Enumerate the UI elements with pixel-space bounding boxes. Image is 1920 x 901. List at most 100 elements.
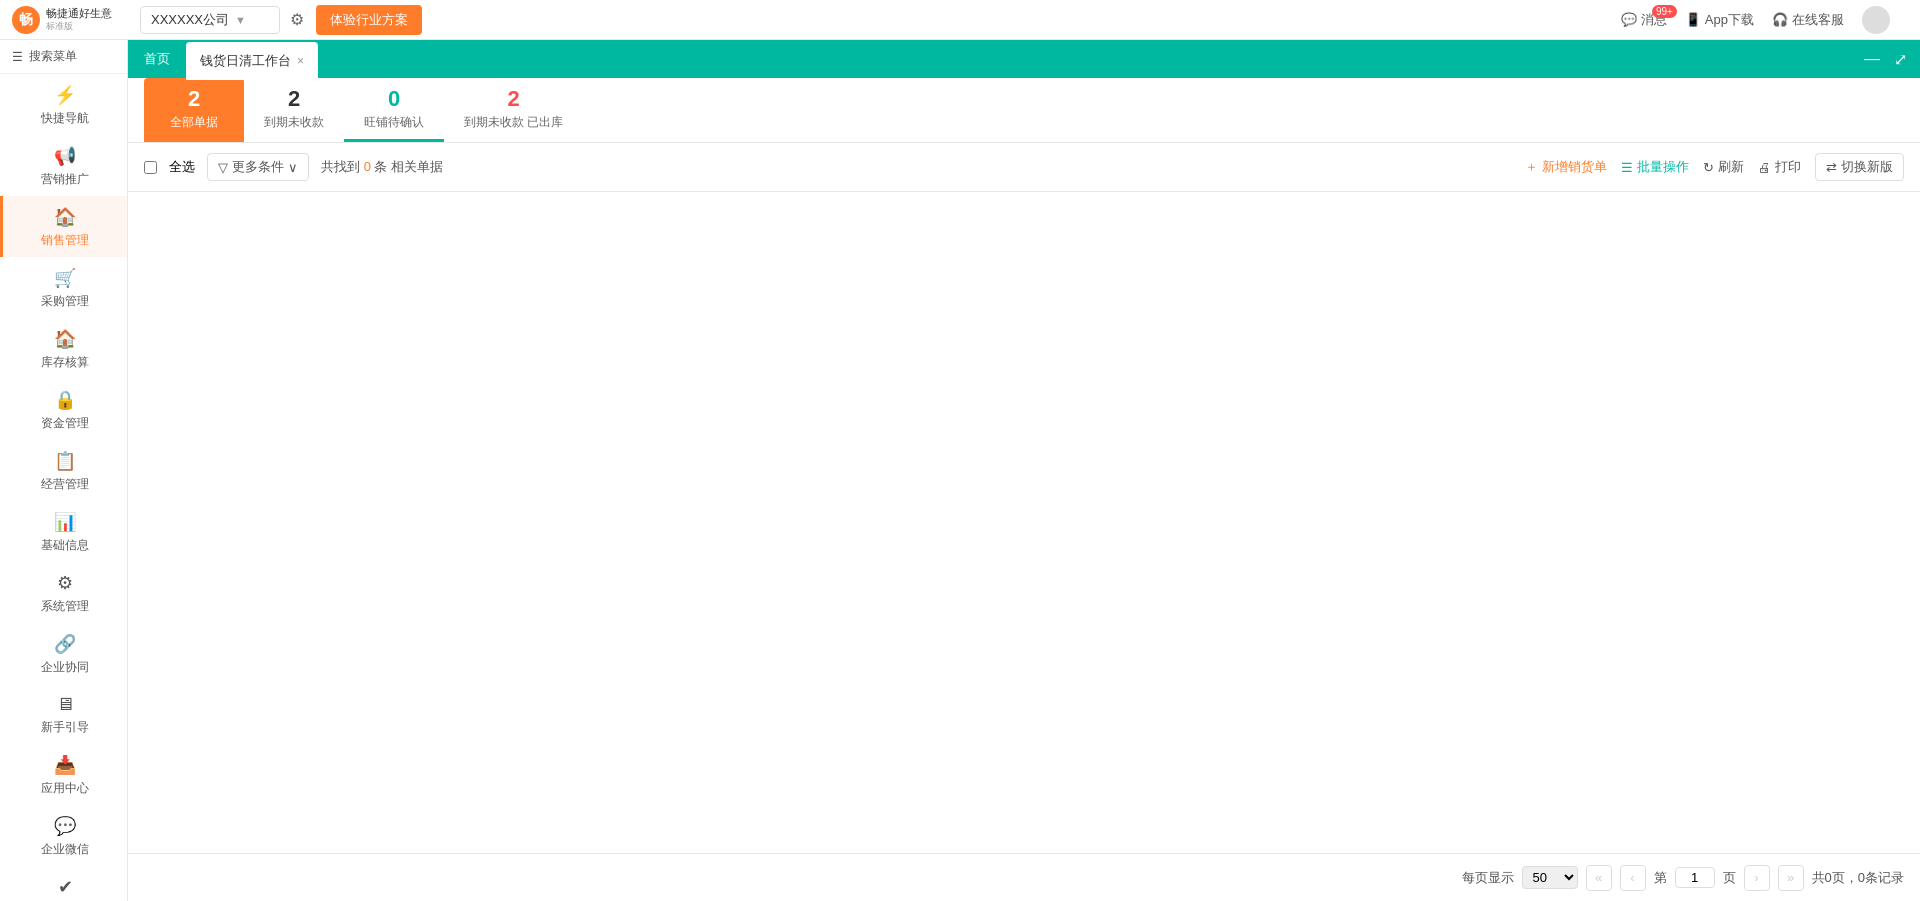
app-download-label: App下载 xyxy=(1705,11,1754,29)
stat-tab-shipped[interactable]: 2 到期未收款 已出库 xyxy=(444,78,583,142)
sidebar-item-label: 营销推广 xyxy=(41,171,89,188)
result-count: 共找到 0 条 相关单据 xyxy=(321,158,443,176)
sidebar-item-guide[interactable]: 🖥 新手引导 xyxy=(0,684,127,744)
settings-icon[interactable]: ⚙ xyxy=(290,10,304,29)
app-download-icon: 📱 xyxy=(1685,12,1701,27)
sidebar-item-quick-nav[interactable]: ⚡ 快捷导航 xyxy=(0,74,127,135)
stat-number-all: 2 xyxy=(188,88,200,110)
filter-icon: ▽ xyxy=(218,160,228,175)
system-icon: ⚙ xyxy=(57,572,73,594)
next-page-button[interactable]: › xyxy=(1744,865,1770,891)
tab-minimize-icon[interactable]: — xyxy=(1860,47,1884,71)
toolbar: 全选 ▽ 更多条件 ∨ 共找到 0 条 相关单据 ＋ 新增销货单 xyxy=(128,143,1920,192)
refresh-button[interactable]: ↻ 刷新 xyxy=(1703,158,1744,176)
print-label: 打印 xyxy=(1775,158,1801,176)
first-page-button[interactable]: « xyxy=(1586,865,1612,891)
filter-chevron-icon: ∨ xyxy=(288,160,298,175)
online-service-button[interactable]: 🎧 在线客服 xyxy=(1772,11,1844,29)
marketing-icon: 📢 xyxy=(54,145,76,167)
table-area xyxy=(128,192,1920,853)
filter-label: 更多条件 xyxy=(232,158,284,176)
layout: ☰ 搜索菜单 ⚡ 快捷导航 📢 营销推广 🏠 销售管理 🛒 采购管理 🏠 库存核… xyxy=(0,40,1920,901)
message-badge: 99+ xyxy=(1652,5,1677,18)
page-area: 2 全部单据 2 到期未收款 0 旺铺待确认 2 到期未收款 已出库 xyxy=(128,78,1920,901)
add-sales-order-button[interactable]: ＋ 新增销货单 xyxy=(1525,158,1607,176)
page-input[interactable] xyxy=(1675,867,1715,888)
wechat-icon: 💬 xyxy=(54,815,76,837)
switch-new-version-button[interactable]: ⇄ 切换新版 xyxy=(1815,153,1904,181)
prev-page-button[interactable]: ‹ xyxy=(1620,865,1646,891)
try-plan-button[interactable]: 体验行业方案 xyxy=(316,5,422,35)
sidebar-item-label: 企业协同 xyxy=(41,659,89,676)
tab-expand-icon[interactable]: ⤢ xyxy=(1888,47,1912,71)
sales-icon: 🏠 xyxy=(54,206,76,228)
quick-nav-icon: ⚡ xyxy=(54,84,76,106)
switch-icon: ⇄ xyxy=(1826,160,1837,175)
sidebar-item-inventory[interactable]: 🏠 库存核算 xyxy=(0,318,127,379)
sidebar-item-wechat[interactable]: 💬 企业微信 xyxy=(0,805,127,866)
per-page-select[interactable]: 50 100 200 xyxy=(1522,866,1578,889)
stat-tab-all[interactable]: 2 全部单据 xyxy=(144,78,244,142)
stat-label-pending: 旺铺待确认 xyxy=(364,114,424,131)
select-all-label: 全选 xyxy=(169,158,195,176)
stat-number-overdue: 2 xyxy=(288,88,300,110)
tab-label: 钱货日清工作台 xyxy=(200,52,291,70)
tab-close-button[interactable]: × xyxy=(297,54,304,68)
stat-label-shipped: 到期未收款 已出库 xyxy=(464,114,563,131)
tab-active[interactable]: 钱货日清工作台 × xyxy=(186,42,318,80)
add-icon: ＋ xyxy=(1525,158,1538,176)
main-content: 首页 钱货日清工作台 × — ⤢ 2 全部单据 2 xyxy=(128,40,1920,901)
add-label: 新增销货单 xyxy=(1542,158,1607,176)
result-number: 0 xyxy=(364,159,371,174)
app-download-button[interactable]: 📱 App下载 xyxy=(1685,11,1754,29)
sidebar-item-member[interactable]: ✔ 畅会员 xyxy=(0,866,127,901)
tab-home[interactable]: 首页 xyxy=(128,40,186,78)
sidebar-item-enterprise[interactable]: 🔗 企业协同 xyxy=(0,623,127,684)
sidebar-item-label: 库存核算 xyxy=(41,354,89,371)
stat-label-overdue: 到期未收款 xyxy=(264,114,324,131)
toolbar-right: ＋ 新增销货单 ☰ 批量操作 ↻ 刷新 🖨 打印 xyxy=(1525,153,1904,181)
per-page-label: 每页显示 xyxy=(1462,869,1514,887)
filter-button[interactable]: ▽ 更多条件 ∨ xyxy=(207,153,309,181)
page-label: 第 xyxy=(1654,869,1667,887)
finance-icon: 🔒 xyxy=(54,389,76,411)
total-records: 共0页，0条记录 xyxy=(1812,869,1904,887)
online-service-label: 在线客服 xyxy=(1792,11,1844,29)
logo-area: 畅 畅捷通好生意 标准版 xyxy=(12,6,140,34)
message-icon: 💬 xyxy=(1621,12,1637,27)
operation-icon: 📋 xyxy=(54,450,76,472)
sidebar-item-marketing[interactable]: 📢 营销推广 xyxy=(0,135,127,196)
stat-tab-overdue[interactable]: 2 到期未收款 xyxy=(244,78,344,142)
company-selector[interactable]: XXXXXX公司 ▼ xyxy=(140,6,280,34)
batch-operation-button[interactable]: ☰ 批量操作 xyxy=(1621,158,1689,176)
avatar[interactable] xyxy=(1862,6,1890,34)
last-page-button[interactable]: » xyxy=(1778,865,1804,891)
stat-tab-pending[interactable]: 0 旺铺待确认 xyxy=(344,78,444,142)
sidebar-item-label: 企业微信 xyxy=(41,841,89,858)
basic-icon: 📊 xyxy=(54,511,76,533)
tab-bar: 首页 钱货日清工作台 × — ⤢ xyxy=(128,40,1920,78)
message-button[interactable]: 💬 消息 99+ xyxy=(1621,11,1667,29)
guide-icon: 🖥 xyxy=(56,694,74,715)
search-menu-label: 搜索菜单 xyxy=(29,48,77,65)
company-name: XXXXXX公司 xyxy=(151,11,229,29)
sidebar-item-label: 快捷导航 xyxy=(41,110,89,127)
sidebar-item-operation[interactable]: 📋 经营管理 xyxy=(0,440,127,501)
company-dropdown-icon: ▼ xyxy=(235,14,246,26)
member-icon: ✔ xyxy=(58,876,73,898)
page-suffix: 页 xyxy=(1723,869,1736,887)
search-menu-item[interactable]: ☰ 搜索菜单 xyxy=(0,40,127,74)
sidebar-item-purchase[interactable]: 🛒 采购管理 xyxy=(0,257,127,318)
sidebar-item-system[interactable]: ⚙ 系统管理 xyxy=(0,562,127,623)
pagination: 每页显示 50 100 200 « ‹ 第 页 › » 共0页，0条记录 xyxy=(128,853,1920,901)
stat-number-pending: 0 xyxy=(388,88,400,110)
sidebar-item-sales[interactable]: 🏠 销售管理 xyxy=(0,196,127,257)
sidebar-item-basic[interactable]: 📊 基础信息 xyxy=(0,501,127,562)
sidebar-item-label: 采购管理 xyxy=(41,293,89,310)
sidebar-item-appstore[interactable]: 📥 应用中心 xyxy=(0,744,127,805)
print-button[interactable]: 🖨 打印 xyxy=(1758,158,1801,176)
select-all-checkbox[interactable] xyxy=(144,161,157,174)
sidebar-item-finance[interactable]: 🔒 资金管理 xyxy=(0,379,127,440)
sidebar-item-label: 基础信息 xyxy=(41,537,89,554)
logo-badge: 标准版 xyxy=(46,20,112,33)
